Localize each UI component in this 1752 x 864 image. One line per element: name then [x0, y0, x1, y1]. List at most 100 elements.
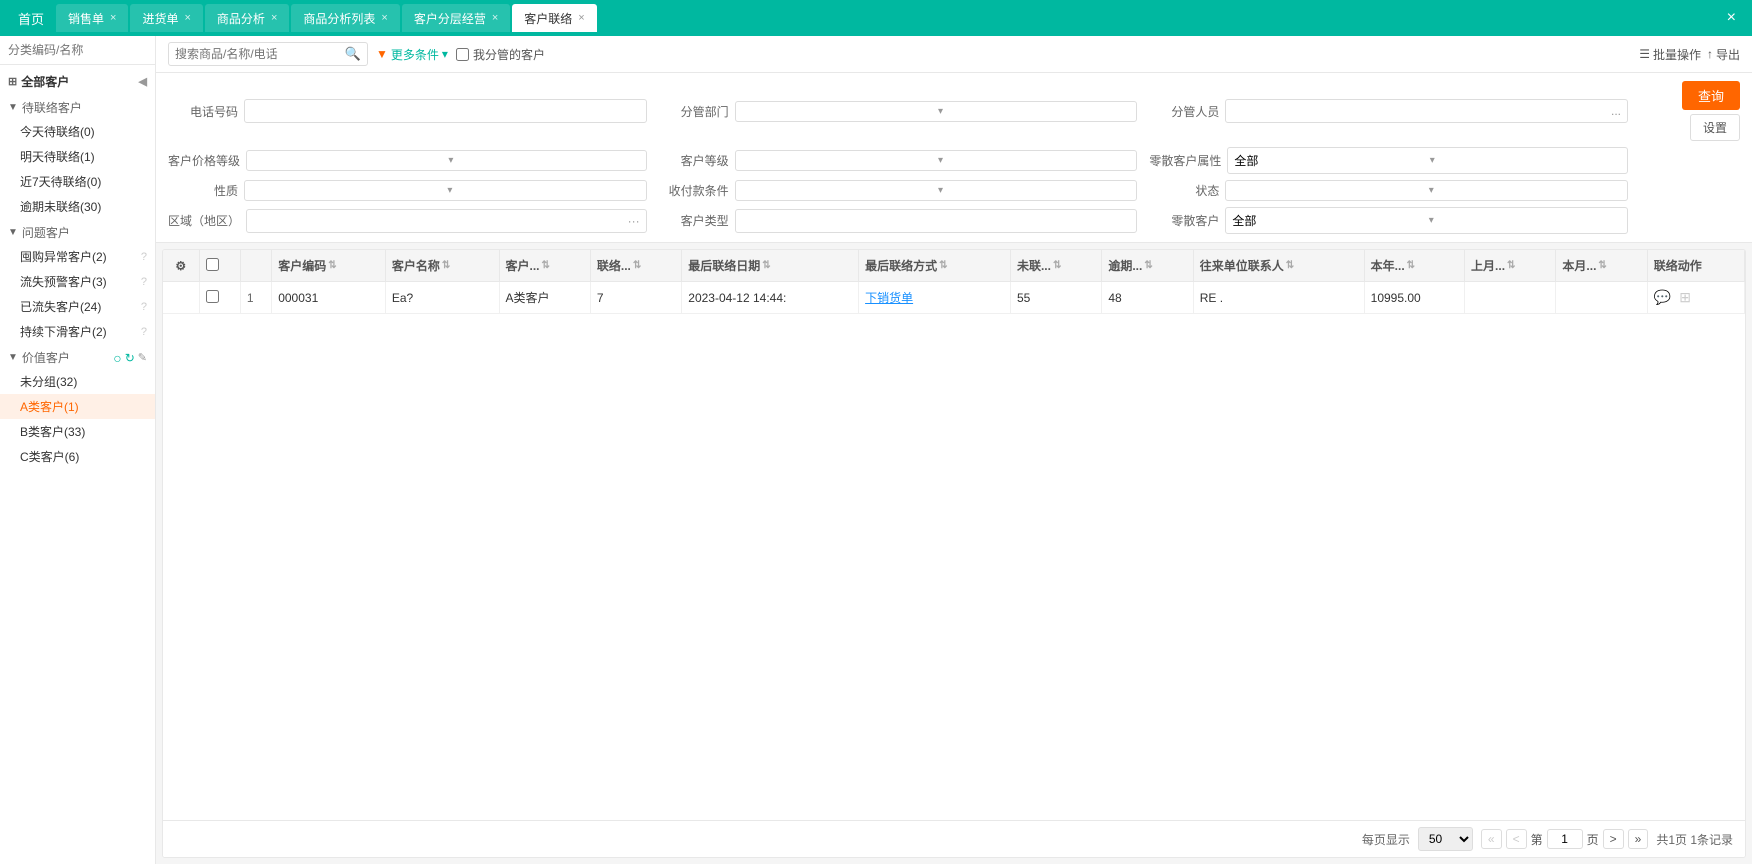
sidebar-item-ungrouped[interactable]: 未分组(32) — [0, 369, 155, 394]
col-this-year-header[interactable]: 本年...⇅ — [1364, 250, 1464, 282]
nav-tab-purchase-label: 进货单 — [142, 10, 178, 27]
nav-home[interactable]: 首页 — [8, 4, 54, 32]
value-group-refresh-icon[interactable]: ↻ — [125, 351, 135, 365]
filter-region-ellipsis[interactable]: ··· — [628, 214, 640, 228]
setting-btn[interactable]: 设置 — [1690, 114, 1740, 141]
col-customer-type-header[interactable]: 客户...⇅ — [499, 250, 590, 282]
filter-region-select[interactable]: ··· — [246, 209, 647, 233]
nav-tab-analysis[interactable]: 商品分析 × — [205, 4, 289, 32]
filter-retail-select[interactable]: 全部 ▾ — [1225, 207, 1628, 234]
prev-page-btn[interactable]: < — [1506, 829, 1527, 849]
next-page-btn[interactable]: > — [1603, 829, 1624, 849]
filter-retail-attr-select[interactable]: 全部 ▾ — [1227, 147, 1628, 174]
select-all-checkbox[interactable] — [206, 258, 219, 271]
sidebar-item-hoarding[interactable]: 囤购异常客户(2) ? — [0, 244, 155, 269]
sidebar-group-problem[interactable]: ▼ 问题客户 — [0, 219, 155, 244]
sidebar-item-a-class[interactable]: A类客户(1) — [0, 394, 155, 419]
col-no-contact-header[interactable]: 未联...⇅ — [1010, 250, 1101, 282]
sidebar-group-pending[interactable]: ▼ 待联络客户 — [0, 94, 155, 119]
filter-customer-type-input[interactable] — [735, 209, 1138, 233]
filter-price-grade-select[interactable]: ▾ — [246, 150, 647, 171]
row-grid-icon[interactable]: ⊞ — [1679, 289, 1691, 306]
nav-tab-sales[interactable]: 销售单 × — [56, 4, 128, 32]
sidebar-item-churn-warning[interactable]: 流失预警客户(3) ? — [0, 269, 155, 294]
sidebar-item-7day-pending[interactable]: 近7天待联络(0) — [0, 169, 155, 194]
nav-tab-customer-contact[interactable]: 客户联络 × — [512, 4, 596, 32]
sidebar-item-churned[interactable]: 已流失客户(24) ? — [0, 294, 155, 319]
col-checkbox-header[interactable] — [199, 250, 240, 282]
col-customer-name-header[interactable]: 客户名称⇅ — [385, 250, 499, 282]
filter-status-select[interactable]: ▾ — [1225, 180, 1628, 201]
nav-tab-purchase-close[interactable]: × — [184, 12, 190, 24]
filter-nature-select[interactable]: ▾ — [244, 180, 647, 201]
sidebar-item-c-class-label: C类客户(6) — [20, 448, 79, 465]
table-scroll[interactable]: ⚙ 客户编码⇅ 客户名称⇅ 客户...⇅ — [163, 250, 1745, 820]
page-size-select[interactable]: 50 100 200 — [1418, 827, 1473, 851]
sidebar-item-tomorrow-pending[interactable]: 明天待联络(1) — [0, 144, 155, 169]
query-btn[interactable]: 查询 — [1682, 81, 1740, 110]
nav-tab-sales-close[interactable]: × — [110, 12, 116, 24]
col-last-contact-way-header[interactable]: 最后联络方式⇅ — [859, 250, 1011, 282]
col-overdue-header[interactable]: 逾期...⇅ — [1102, 250, 1193, 282]
filter-my-customer-checkbox[interactable] — [456, 48, 469, 61]
last-page-btn[interactable]: » — [1628, 829, 1649, 849]
filter-more-btn[interactable]: ▼ 更多条件 ▾ — [376, 46, 448, 63]
sidebar-search-input[interactable] — [8, 43, 156, 57]
sidebar-all-customers[interactable]: ⊞ 全部客户 ◀ — [0, 65, 155, 94]
nav-tab-purchase[interactable]: 进货单 × — [130, 4, 202, 32]
col-customer-code-header[interactable]: 客户编码⇅ — [272, 250, 386, 282]
filter-manager-ellipsis[interactable]: ... — [1611, 104, 1621, 118]
sidebar-group-value[interactable]: ▼ 价值客户 ○ ↻ ✎ — [0, 344, 155, 369]
filter-dept-label: 分管部门 — [659, 103, 729, 120]
row-checkbox[interactable] — [206, 290, 219, 303]
col-settings[interactable]: ⚙ — [163, 250, 199, 282]
col-last-month-header[interactable]: 上月...⇅ — [1465, 250, 1556, 282]
filter-customer-grade-select[interactable]: ▾ — [735, 150, 1138, 171]
row-action-icons: 💬 ⊞ — [1654, 289, 1738, 306]
filter-search-icon[interactable]: 🔍 — [345, 46, 361, 62]
filter-manager-select[interactable]: ... — [1225, 99, 1628, 123]
col-this-month-header[interactable]: 本月...⇅ — [1556, 250, 1647, 282]
value-group-add-icon[interactable]: ○ — [113, 350, 121, 366]
nav-tab-customer-segment-close[interactable]: × — [492, 12, 498, 24]
filter-my-customer[interactable]: 我分管的客户 — [456, 46, 545, 63]
col-last-contact-date-header[interactable]: 最后联络日期⇅ — [682, 250, 859, 282]
sidebar-collapse-icon[interactable]: ◀ — [139, 75, 147, 88]
col-contact-count-header[interactable]: 联络...⇅ — [590, 250, 681, 282]
col-name-sort-icon: ⇅ — [442, 260, 450, 271]
sidebar-item-churned-label: 已流失客户(24) — [20, 298, 101, 315]
nav-tab-analysis-list-close[interactable]: × — [381, 12, 387, 24]
row-chat-icon[interactable]: 💬 — [1654, 289, 1671, 306]
sidebar-item-c-class[interactable]: C类客户(6) — [0, 444, 155, 469]
row-last-contact-way-cell[interactable]: 下销货单 — [859, 282, 1011, 314]
window-close-icon[interactable]: × — [1719, 9, 1744, 27]
sidebar-item-today-pending[interactable]: 今天待联络(0) — [0, 119, 155, 144]
total-records: 共1页 1条记录 — [1656, 831, 1733, 848]
row-checkbox-cell[interactable] — [199, 282, 240, 314]
row-this-year-cell: 10995.00 — [1364, 282, 1464, 314]
filter-phone-input[interactable] — [244, 99, 647, 123]
nav-tab-customer-contact-close[interactable]: × — [578, 12, 584, 24]
row-action-cell: 💬 ⊞ — [1647, 282, 1744, 314]
nav-tab-customer-segment[interactable]: 客户分层经营 × — [402, 4, 510, 32]
export-btn[interactable]: ↑ 导出 — [1707, 46, 1740, 63]
problem-arrow-icon: ▼ — [8, 227, 18, 238]
value-group-edit-icon[interactable]: ✎ — [138, 351, 147, 364]
sidebar-item-overdue-pending[interactable]: 逾期未联络(30) — [0, 194, 155, 219]
help-icon-hoarding: ? — [141, 251, 147, 263]
page-label: 第 — [1531, 831, 1543, 848]
sidebar-item-b-class[interactable]: B类客户(33) — [0, 419, 155, 444]
col-year-sort-icon: ⇅ — [1407, 260, 1415, 271]
filter-payment-select[interactable]: ▾ — [735, 180, 1138, 201]
batch-op-btn[interactable]: ☰ 批量操作 — [1639, 46, 1701, 63]
filter-dept-select[interactable]: ▾ — [735, 101, 1138, 122]
last-contact-way-link[interactable]: 下销货单 — [865, 291, 913, 305]
first-page-btn[interactable]: « — [1481, 829, 1502, 849]
filter-search-input[interactable] — [175, 47, 341, 61]
nav-tab-analysis-list[interactable]: 商品分析列表 × — [291, 4, 399, 32]
page-input[interactable] — [1547, 829, 1583, 849]
nav-tab-analysis-close[interactable]: × — [271, 12, 277, 24]
col-history-contact-header[interactable]: 往来单位联系人⇅ — [1193, 250, 1364, 282]
table-area: ⚙ 客户编码⇅ 客户名称⇅ 客户...⇅ — [162, 249, 1746, 858]
sidebar-item-declining[interactable]: 持续下滑客户(2) ? — [0, 319, 155, 344]
